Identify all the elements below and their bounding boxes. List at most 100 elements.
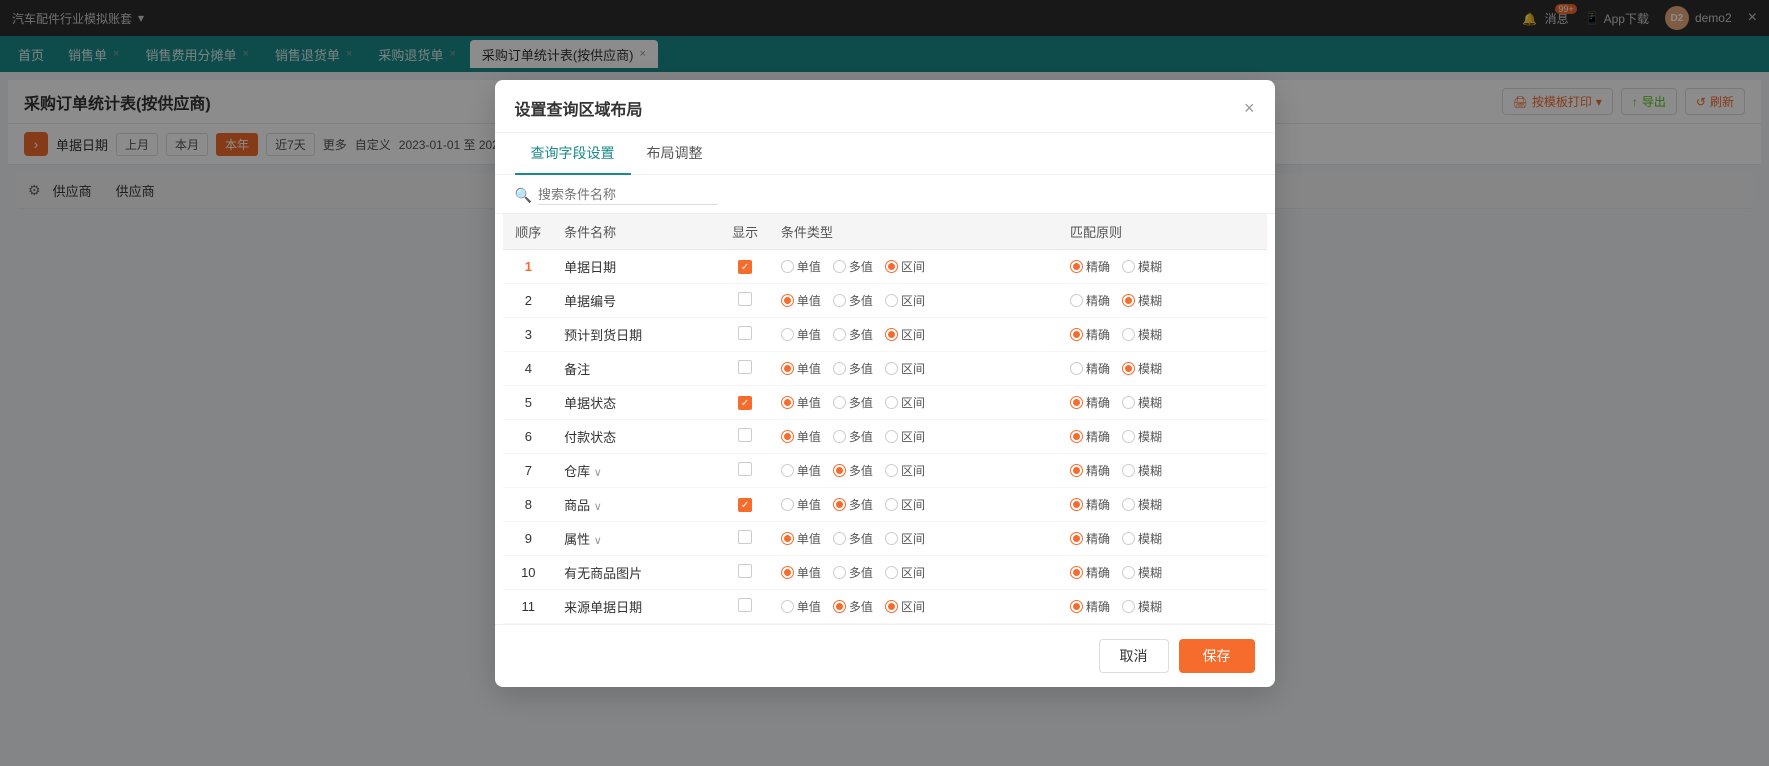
modal-tabs: 查询字段设置 布局调整 xyxy=(495,133,1275,175)
match-radio-fuzzy[interactable]: 模糊 xyxy=(1122,360,1162,377)
row-condition-name: 单据日期 xyxy=(554,249,719,283)
conditions-table: 顺序 条件名称 显示 条件类型 匹配原则 1单据日期单值多值区间精确模糊2单据编… xyxy=(503,214,1267,624)
type-radio-single[interactable]: 单值 xyxy=(781,462,821,479)
type-radio-range[interactable]: 区间 xyxy=(885,496,925,513)
display-checkbox[interactable] xyxy=(738,292,752,306)
match-radio-exact[interactable]: 精确 xyxy=(1070,428,1110,445)
radio-circle xyxy=(781,328,794,341)
radio-circle xyxy=(885,464,898,477)
row-type-cell: 单值 多值区间 xyxy=(771,283,1060,317)
search-icon: 🔍 xyxy=(515,187,532,204)
table-row: 11来源单据日期单值多值区间精确模糊 xyxy=(503,589,1267,623)
type-radio-single[interactable]: 单值 xyxy=(781,598,821,615)
radio-circle xyxy=(1122,566,1135,579)
type-radio-range[interactable]: 区间 xyxy=(885,258,925,275)
match-radio-fuzzy[interactable]: 模糊 xyxy=(1122,462,1162,479)
table-row: 8商品 ∨单值多值区间精确模糊 xyxy=(503,487,1267,521)
match-radio-exact[interactable]: 精确 xyxy=(1070,326,1110,343)
display-checkbox[interactable] xyxy=(738,530,752,544)
display-checkbox[interactable] xyxy=(738,564,752,578)
type-radio-multi[interactable]: 多值 xyxy=(833,394,873,411)
type-radio-single[interactable]: 单值 xyxy=(781,428,821,445)
match-radio-exact[interactable]: 精确 xyxy=(1070,564,1110,581)
modal-header: 设置查询区域布局 × xyxy=(495,80,1275,133)
radio-label: 模糊 xyxy=(1138,360,1162,377)
match-radio-fuzzy[interactable]: 模糊 xyxy=(1122,530,1162,547)
match-radio-fuzzy[interactable]: 模糊 xyxy=(1122,428,1162,445)
display-checkbox[interactable] xyxy=(738,428,752,442)
modal-close-button[interactable]: × xyxy=(1244,99,1255,117)
type-radio-multi[interactable]: 多值 xyxy=(833,326,873,343)
modal-overlay[interactable]: 设置查询区域布局 × 查询字段设置 布局调整 🔍 顺序 条件名称 显示 条件类型 xyxy=(0,0,1769,766)
match-radio-exact[interactable]: 精确 xyxy=(1070,292,1110,309)
match-radio-exact[interactable]: 精确 xyxy=(1070,598,1110,615)
type-radio-single[interactable]: 单值 xyxy=(781,394,821,411)
radio-circle xyxy=(1122,362,1135,375)
match-radio-fuzzy[interactable]: 模糊 xyxy=(1122,598,1162,615)
type-radio-range[interactable]: 区间 xyxy=(885,360,925,377)
type-radio-single[interactable]: 单值 xyxy=(781,326,821,343)
modal-tab-query-fields[interactable]: 查询字段设置 xyxy=(515,133,631,175)
row-order: 9 xyxy=(503,521,555,555)
radio-circle xyxy=(1070,464,1083,477)
match-radio-fuzzy[interactable]: 模糊 xyxy=(1122,326,1162,343)
type-radio-multi[interactable]: 多值 xyxy=(833,292,873,309)
display-checkbox[interactable] xyxy=(738,498,752,512)
type-radio-single[interactable]: 单值 xyxy=(781,258,821,275)
match-radio-fuzzy[interactable]: 模糊 xyxy=(1122,258,1162,275)
type-radio-multi[interactable]: 多值 xyxy=(833,462,873,479)
row-match-cell: 精确 模糊 xyxy=(1060,351,1267,385)
type-radio-range[interactable]: 区间 xyxy=(885,292,925,309)
display-checkbox[interactable] xyxy=(738,360,752,374)
type-radio-multi[interactable]: 多值 xyxy=(833,258,873,275)
row-type-cell: 单值多值区间 xyxy=(771,317,1060,351)
search-input[interactable] xyxy=(538,187,718,205)
type-radio-multi[interactable]: 多值 xyxy=(833,496,873,513)
match-radio-fuzzy[interactable]: 模糊 xyxy=(1122,292,1162,309)
type-radio-single[interactable]: 单值 xyxy=(781,496,821,513)
radio-label: 多值 xyxy=(849,394,873,411)
radio-label: 多值 xyxy=(849,292,873,309)
type-radio-range[interactable]: 区间 xyxy=(885,428,925,445)
display-checkbox[interactable] xyxy=(738,396,752,410)
match-radio-fuzzy[interactable]: 模糊 xyxy=(1122,496,1162,513)
type-radio-multi[interactable]: 多值 xyxy=(833,598,873,615)
modal-tab-layout[interactable]: 布局调整 xyxy=(631,133,719,175)
cancel-button[interactable]: 取消 xyxy=(1099,639,1169,673)
modal-footer: 取消 保存 xyxy=(495,624,1275,687)
type-radio-range[interactable]: 区间 xyxy=(885,598,925,615)
type-radio-multi[interactable]: 多值 xyxy=(833,428,873,445)
radio-circle xyxy=(885,600,898,613)
row-type-cell: 单值多值区间 xyxy=(771,249,1060,283)
type-radio-single[interactable]: 单值 xyxy=(781,530,821,547)
row-match-cell: 精确模糊 xyxy=(1060,589,1267,623)
radio-circle xyxy=(781,498,794,511)
match-radio-exact[interactable]: 精确 xyxy=(1070,530,1110,547)
display-checkbox[interactable] xyxy=(738,326,752,340)
type-radio-multi[interactable]: 多值 xyxy=(833,530,873,547)
type-radio-multi[interactable]: 多值 xyxy=(833,564,873,581)
type-radio-multi[interactable]: 多值 xyxy=(833,360,873,377)
type-radio-range[interactable]: 区间 xyxy=(885,394,925,411)
radio-label: 区间 xyxy=(901,496,925,513)
type-radio-single[interactable]: 单值 xyxy=(781,292,821,309)
display-checkbox[interactable] xyxy=(738,260,752,274)
display-checkbox[interactable] xyxy=(738,598,752,612)
type-radio-single[interactable]: 单值 xyxy=(781,564,821,581)
match-radio-fuzzy[interactable]: 模糊 xyxy=(1122,394,1162,411)
type-radio-range[interactable]: 区间 xyxy=(885,530,925,547)
type-radio-range[interactable]: 区间 xyxy=(885,564,925,581)
match-radio-exact[interactable]: 精确 xyxy=(1070,360,1110,377)
type-radio-range[interactable]: 区间 xyxy=(885,462,925,479)
match-radio-exact[interactable]: 精确 xyxy=(1070,258,1110,275)
match-radio-exact[interactable]: 精确 xyxy=(1070,462,1110,479)
save-button[interactable]: 保存 xyxy=(1179,639,1255,673)
type-radio-single[interactable]: 单值 xyxy=(781,360,821,377)
radio-label: 单值 xyxy=(797,530,821,547)
match-radio-fuzzy[interactable]: 模糊 xyxy=(1122,564,1162,581)
match-radio-exact[interactable]: 精确 xyxy=(1070,496,1110,513)
type-radio-range[interactable]: 区间 xyxy=(885,326,925,343)
match-radio-exact[interactable]: 精确 xyxy=(1070,394,1110,411)
display-checkbox[interactable] xyxy=(738,462,752,476)
row-order: 3 xyxy=(503,317,555,351)
